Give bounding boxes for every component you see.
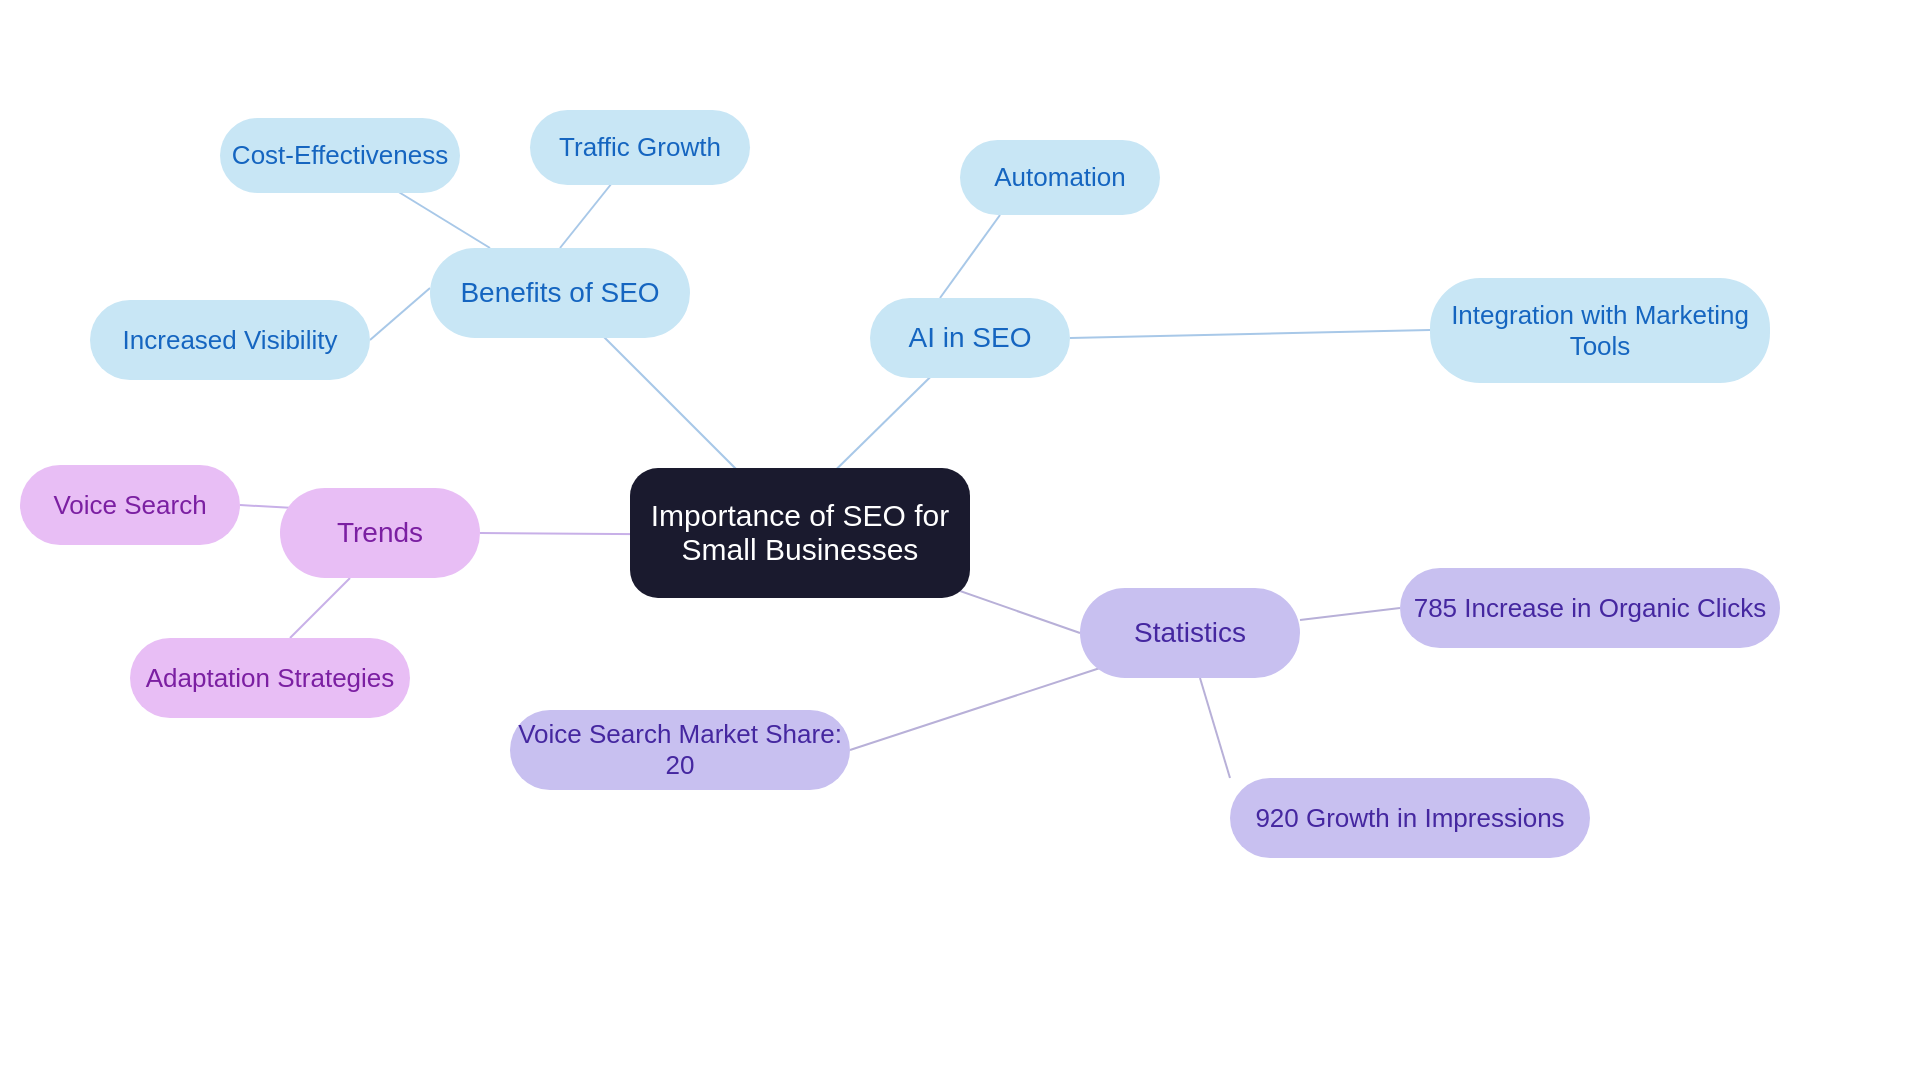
- svg-line-12: [1200, 678, 1230, 778]
- statistics-node[interactable]: Statistics: [1080, 588, 1300, 678]
- svg-line-9: [290, 578, 350, 638]
- adaptation-node[interactable]: Adaptation Strategies: [130, 638, 410, 718]
- ai-seo-node[interactable]: AI in SEO: [870, 298, 1070, 378]
- organic-clicks-node[interactable]: 785 Increase in Organic Clicks: [1400, 568, 1780, 648]
- center-node[interactable]: Importance of SEO for Small Businesses: [630, 468, 970, 598]
- automation-node[interactable]: Automation: [960, 140, 1160, 215]
- voice-search-node[interactable]: Voice Search: [20, 465, 240, 545]
- traffic-node[interactable]: Traffic Growth: [530, 110, 750, 185]
- svg-line-5: [940, 215, 1000, 298]
- voice-market-node[interactable]: Voice Search Market Share: 20: [510, 710, 850, 790]
- integration-node[interactable]: Integration with Marketing Tools: [1430, 278, 1770, 383]
- cost-node[interactable]: Cost-Effectiveness: [220, 118, 460, 193]
- svg-line-13: [850, 668, 1100, 750]
- svg-line-3: [370, 288, 430, 340]
- svg-line-11: [1300, 608, 1400, 620]
- benefits-node[interactable]: Benefits of SEO: [430, 248, 690, 338]
- svg-line-6: [1070, 330, 1430, 338]
- increased-visibility-node[interactable]: Increased Visibility: [90, 300, 370, 380]
- trends-node[interactable]: Trends: [280, 488, 480, 578]
- growth-impressions-node[interactable]: 920 Growth in Impressions: [1230, 778, 1590, 858]
